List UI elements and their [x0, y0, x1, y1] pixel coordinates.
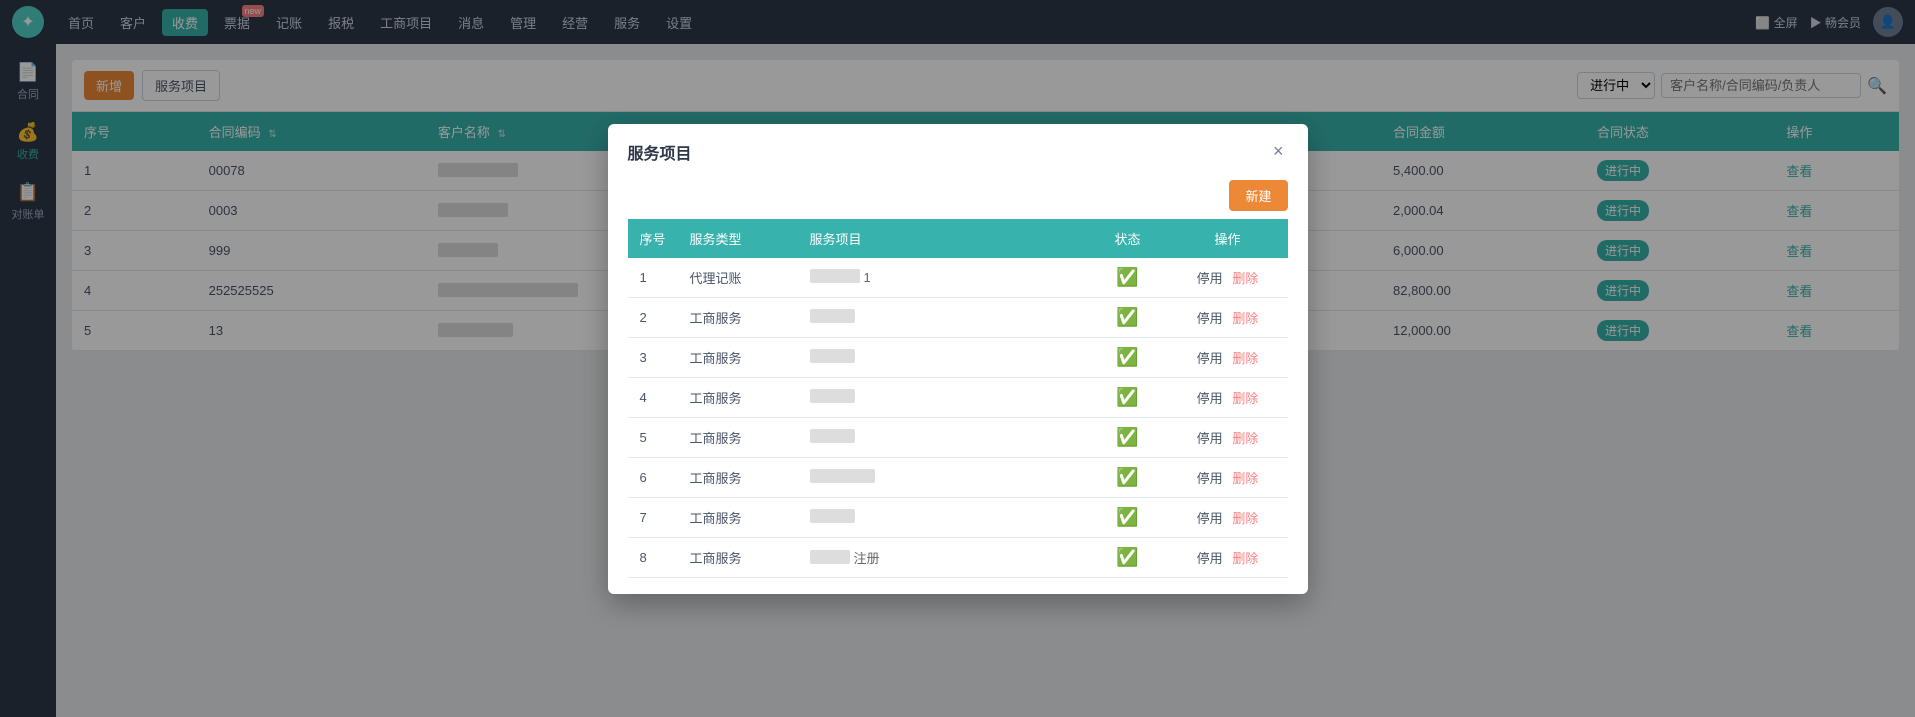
modal-col-action: 操作 — [1168, 219, 1288, 258]
modal-overlay[interactable]: 服务项目 × 新建 序号 服务类型 服务项目 状态 操作 — [0, 0, 1915, 717]
delete-button[interactable]: 删除 — [1232, 391, 1258, 406]
delete-button[interactable]: 删除 — [1232, 471, 1258, 486]
modal-cell-type: 代理记账 — [678, 258, 798, 298]
modal-cell-seq: 7 — [628, 497, 678, 537]
stop-button[interactable]: 停用 — [1197, 551, 1223, 566]
modal-cell-status: ✅ — [1088, 258, 1168, 298]
modal-table-wrapper: 序号 服务类型 服务项目 状态 操作 1 代理记账 1 ✅ 停用 — [608, 219, 1308, 594]
modal-cell-item — [798, 457, 1088, 497]
modal-cell-item — [798, 497, 1088, 537]
modal-cell-seq: 8 — [628, 537, 678, 577]
modal-cell-item: 1 — [798, 258, 1088, 298]
modal-cell-status: ✅ — [1088, 377, 1168, 417]
modal-cell-seq: 5 — [628, 417, 678, 457]
modal-cell-type: 工商服务 — [678, 377, 798, 417]
modal-cell-action: 停用 删除 — [1168, 377, 1288, 417]
modal-cell-item — [798, 377, 1088, 417]
modal-actions: 新建 — [608, 172, 1308, 219]
list-item: 5 工商服务 ✅ 停用 删除 — [628, 417, 1288, 457]
list-item: 7 工商服务 ✅ 停用 删除 — [628, 497, 1288, 537]
modal-cell-status: ✅ — [1088, 457, 1168, 497]
modal-cell-item — [798, 337, 1088, 377]
modal-col-type: 服务类型 — [678, 219, 798, 258]
modal-cell-seq: 1 — [628, 258, 678, 298]
modal-title: 服务项目 — [628, 140, 692, 164]
delete-button[interactable]: 删除 — [1232, 551, 1258, 566]
modal-cell-seq: 4 — [628, 377, 678, 417]
modal-cell-type: 工商服务 — [678, 457, 798, 497]
modal-cell-seq: 3 — [628, 337, 678, 377]
modal-cell-type: 工商服务 — [678, 337, 798, 377]
modal-cell-status: ✅ — [1088, 537, 1168, 577]
list-item: 2 工商服务 ✅ 停用 删除 — [628, 297, 1288, 337]
create-service-button[interactable]: 新建 — [1229, 180, 1287, 211]
modal-cell-type: 工商服务 — [678, 417, 798, 457]
stop-button[interactable]: 停用 — [1197, 431, 1223, 446]
modal-cell-action: 停用 删除 — [1168, 258, 1288, 298]
modal-header: 服务项目 × — [608, 124, 1308, 172]
list-item: 4 工商服务 ✅ 停用 删除 — [628, 377, 1288, 417]
modal-cell-status: ✅ — [1088, 337, 1168, 377]
modal-cell-type: 工商服务 — [678, 497, 798, 537]
modal-cell-seq: 6 — [628, 457, 678, 497]
stop-button[interactable]: 停用 — [1197, 511, 1223, 526]
modal-cell-type: 工商服务 — [678, 537, 798, 577]
modal-cell-action: 停用 删除 — [1168, 297, 1288, 337]
modal-cell-action: 停用 删除 — [1168, 417, 1288, 457]
delete-button[interactable]: 删除 — [1232, 271, 1258, 286]
modal-cell-seq: 2 — [628, 297, 678, 337]
service-modal: 服务项目 × 新建 序号 服务类型 服务项目 状态 操作 — [608, 124, 1308, 594]
stop-button[interactable]: 停用 — [1197, 471, 1223, 486]
list-item: 1 代理记账 1 ✅ 停用 删除 — [628, 258, 1288, 298]
stop-button[interactable]: 停用 — [1197, 351, 1223, 366]
service-items-table: 序号 服务类型 服务项目 状态 操作 1 代理记账 1 ✅ 停用 — [628, 219, 1288, 578]
modal-cell-status: ✅ — [1088, 417, 1168, 457]
modal-cell-status: ✅ — [1088, 497, 1168, 537]
modal-cell-action: 停用 删除 — [1168, 537, 1288, 577]
modal-col-seq: 序号 — [628, 219, 678, 258]
modal-col-status: 状态 — [1088, 219, 1168, 258]
modal-cell-type: 工商服务 — [678, 297, 798, 337]
modal-cell-item — [798, 417, 1088, 457]
delete-button[interactable]: 删除 — [1232, 511, 1258, 526]
modal-cell-item — [798, 297, 1088, 337]
stop-button[interactable]: 停用 — [1197, 311, 1223, 326]
stop-button[interactable]: 停用 — [1197, 391, 1223, 406]
modal-cell-action: 停用 删除 — [1168, 337, 1288, 377]
list-item: 8 工商服务 注册 ✅ 停用 删除 — [628, 537, 1288, 577]
modal-cell-item: 注册 — [798, 537, 1088, 577]
list-item: 6 工商服务 ✅ 停用 删除 — [628, 457, 1288, 497]
delete-button[interactable]: 删除 — [1232, 351, 1258, 366]
modal-cell-action: 停用 删除 — [1168, 497, 1288, 537]
delete-button[interactable]: 删除 — [1232, 431, 1258, 446]
list-item: 3 工商服务 ✅ 停用 删除 — [628, 337, 1288, 377]
modal-cell-action: 停用 删除 — [1168, 457, 1288, 497]
modal-cell-status: ✅ — [1088, 297, 1168, 337]
modal-col-item: 服务项目 — [798, 219, 1088, 258]
modal-close-button[interactable]: × — [1269, 141, 1288, 162]
stop-button[interactable]: 停用 — [1197, 271, 1223, 286]
delete-button[interactable]: 删除 — [1232, 311, 1258, 326]
